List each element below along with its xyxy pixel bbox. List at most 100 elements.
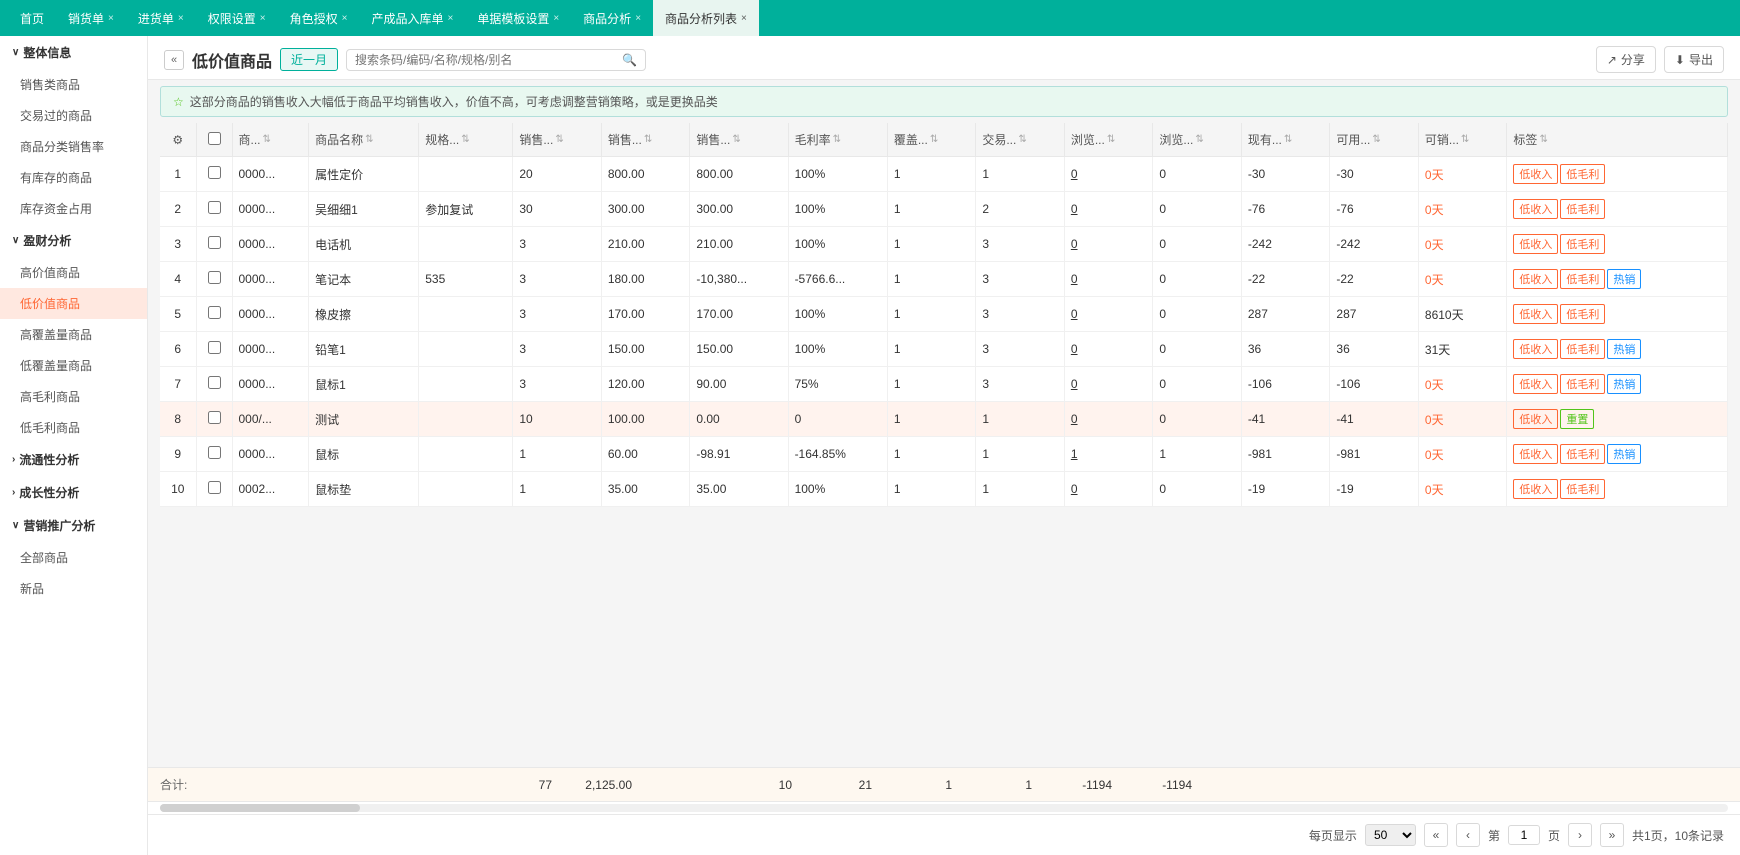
sidebar-item-category-sales-rate[interactable]: 商品分类销售率 [0,131,147,162]
row-checkbox[interactable] [208,481,221,494]
cell-coverage: 1 [887,367,976,402]
col-available[interactable]: 可用...⇅ [1330,123,1419,157]
row-checkbox[interactable] [208,166,221,179]
nav-home[interactable]: 首页 [8,0,56,36]
browse1-link[interactable]: 0 [1071,412,1078,426]
nav-close-product-analysis-list[interactable]: × [741,13,747,24]
row-checkbox[interactable] [208,236,221,249]
cell-coverage: 1 [887,472,976,507]
sidebar-section-finance[interactable]: ∨ 盈财分析 [0,224,147,257]
col-saleable[interactable]: 可销...⇅ [1418,123,1507,157]
sidebar-item-new-goods[interactable]: 新品 [0,573,147,604]
cell-sale1: 30 [513,192,602,227]
col-code[interactable]: 商...⇅ [232,123,309,157]
sidebar-item-high-coverage[interactable]: 高覆盖量商品 [0,319,147,350]
browse1-link[interactable]: 0 [1071,377,1078,391]
current-page-input[interactable] [1508,825,1540,845]
col-gross-margin[interactable]: 毛利率⇅ [788,123,887,157]
row-checkbox[interactable] [208,201,221,214]
row-checkbox[interactable] [208,411,221,424]
browse1-link[interactable]: 0 [1071,202,1078,216]
cell-no: 1 [160,157,196,192]
filter-recent-month-button[interactable]: 近一月 [280,48,338,71]
cell-saleable: 0天 [1418,157,1507,192]
select-all-checkbox[interactable] [208,132,221,145]
data-table-container[interactable]: ⚙ 商...⇅ 商品名称⇅ 规格...⇅ 销售...⇅ 销售...⇅ 销售...… [160,123,1728,767]
sidebar-item-sales-goods[interactable]: 销售类商品 [0,69,147,100]
sidebar-section-marketing[interactable]: ∨ 营销推广分析 [0,509,147,542]
export-button[interactable]: ⬇ 导出 [1664,46,1724,73]
nav-role-auth[interactable]: 角色授权 × [278,0,360,36]
first-page-button[interactable]: « [1424,823,1448,847]
last-page-button[interactable]: » [1600,823,1624,847]
sidebar-item-low-value[interactable]: 低价值商品 [0,288,147,319]
sidebar-item-inventory-goods[interactable]: 有库存的商品 [0,162,147,193]
sidebar-item-high-value[interactable]: 高价值商品 [0,257,147,288]
nav-close-permission[interactable]: × [260,13,266,24]
cell-gross-margin: 100% [788,157,887,192]
browse1-link[interactable]: 0 [1071,167,1078,181]
nav-close-template[interactable]: × [553,13,559,24]
nav-close-purchase-order[interactable]: × [178,13,184,24]
row-checkbox[interactable] [208,306,221,319]
sidebar-item-low-coverage[interactable]: 低覆盖量商品 [0,350,147,381]
share-button[interactable]: ↗ 分享 [1596,46,1656,73]
col-sale3[interactable]: 销售...⇅ [690,123,788,157]
col-browse2[interactable]: 浏览...⇅ [1153,123,1242,157]
nav-template-settings[interactable]: 单据模板设置 × [465,0,571,36]
row-checkbox[interactable] [208,271,221,284]
col-checkbox [196,123,232,157]
row-checkbox[interactable] [208,341,221,354]
col-coverage[interactable]: 覆盖...⇅ [887,123,976,157]
sidebar-item-traded-goods[interactable]: 交易过的商品 [0,100,147,131]
nav-permission-settings[interactable]: 权限设置 × [196,0,278,36]
nav-sales-order[interactable]: 销货单 × [56,0,126,36]
nav-product-storage[interactable]: 产成品入库单 × [359,0,465,36]
col-trade[interactable]: 交易...⇅ [976,123,1065,157]
sidebar-item-all-goods[interactable]: 全部商品 [0,542,147,573]
sidebar-section-growth[interactable]: › 成长性分析 [0,476,147,509]
col-name[interactable]: 商品名称⇅ [309,123,419,157]
browse1-link[interactable]: 0 [1071,272,1078,286]
col-browse1[interactable]: 浏览...⇅ [1064,123,1153,157]
cell-browse2: 1 [1153,437,1242,472]
nav-product-analysis-list[interactable]: 商品分析列表 × [653,0,759,36]
share-icon: ↗ [1607,53,1617,67]
prev-page-button[interactable]: ‹ [1456,823,1480,847]
cell-name: 测试 [309,402,419,437]
col-spec[interactable]: 规格...⇅ [419,123,513,157]
nav-close-product-storage[interactable]: × [447,13,453,24]
scrollbar-thumb[interactable] [160,804,360,812]
col-settings[interactable]: ⚙ [160,123,196,157]
cell-browse1: 0 [1064,227,1153,262]
sidebar-item-high-margin[interactable]: 高毛利商品 [0,381,147,412]
row-checkbox[interactable] [208,446,221,459]
row-checkbox[interactable] [208,376,221,389]
browse1-link[interactable]: 1 [1071,447,1078,461]
col-sale2[interactable]: 销售...⇅ [601,123,690,157]
page-size-select[interactable]: 50 100 [1365,824,1416,846]
browse1-link[interactable]: 0 [1071,237,1078,251]
browse1-link[interactable]: 0 [1071,482,1078,496]
footer-coverage-total: 10 [720,778,800,792]
nav-purchase-order[interactable]: 进货单 × [126,0,196,36]
sidebar-item-inventory-capital[interactable]: 库存资金占用 [0,193,147,224]
horizontal-scrollbar[interactable] [148,801,1740,814]
nav-close-product-analysis[interactable]: × [635,13,641,24]
browse1-link[interactable]: 0 [1071,342,1078,356]
search-input[interactable] [355,53,622,67]
sidebar-section-liquidity[interactable]: › 流通性分析 [0,443,147,476]
nav-close-sales-order[interactable]: × [108,13,114,24]
sidebar-section-overall[interactable]: ∨ 整体信息 [0,36,147,69]
nav-close-role-auth[interactable]: × [342,13,348,24]
nav-product-analysis[interactable]: 商品分析 × [571,0,653,36]
col-sale1[interactable]: 销售...⇅ [513,123,602,157]
next-page-button[interactable]: › [1568,823,1592,847]
search-icon[interactable]: 🔍 [622,53,637,67]
cell-gross-margin: -164.85% [788,437,887,472]
collapse-sidebar-button[interactable]: « [164,50,184,70]
col-current[interactable]: 现有...⇅ [1241,123,1330,157]
col-tags[interactable]: 标签⇅ [1507,123,1728,157]
sidebar-item-low-margin[interactable]: 低毛利商品 [0,412,147,443]
browse1-link[interactable]: 0 [1071,307,1078,321]
